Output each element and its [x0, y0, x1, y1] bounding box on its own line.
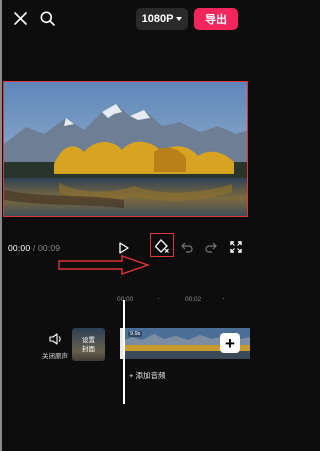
total-time: 00:09 [37, 243, 61, 253]
playhead[interactable] [123, 300, 125, 404]
cover-label-line2: 封面 [82, 345, 95, 353]
speaker-icon[interactable] [49, 333, 63, 345]
clip-duration: 9.9s [128, 331, 143, 337]
app-frame [0, 0, 250, 451]
search-icon[interactable] [40, 11, 55, 26]
ruler-dot: · [222, 294, 225, 303]
export-label: 导出 [205, 14, 227, 26]
timecode: 00:00 / 00:09 [8, 243, 60, 253]
close-icon[interactable] [14, 12, 27, 25]
add-icon: + [225, 333, 235, 353]
resolution-label: 1080P [141, 13, 174, 25]
play-icon[interactable] [119, 242, 129, 254]
video-preview[interactable] [3, 81, 248, 217]
preview-image [4, 82, 247, 216]
ruler-label-0: 00:00 [117, 296, 134, 303]
time-separator: / [30, 243, 38, 253]
set-cover-button[interactable]: 设置 封面 [72, 328, 105, 361]
ruler-label-2: 00:02 [185, 296, 202, 303]
mute-original-audio-label[interactable]: 关闭原声 [42, 350, 68, 360]
current-time: 00:00 [8, 243, 31, 253]
add-clip-button[interactable]: + [220, 333, 240, 353]
keyframe-icon[interactable] [155, 239, 169, 253]
top-bar: 1080P 导出 [0, 0, 250, 44]
ruler-dot: · [157, 294, 160, 303]
annotation-arrow [58, 255, 150, 275]
resolution-button[interactable]: 1080P [136, 8, 188, 30]
fullscreen-icon[interactable] [230, 241, 242, 253]
chevron-down-icon [176, 17, 183, 21]
add-audio-button[interactable]: + 添加音频 [129, 370, 165, 381]
cover-label-line1: 设置 [82, 336, 95, 344]
undo-icon[interactable] [181, 241, 193, 253]
export-button[interactable]: 导出 [194, 8, 238, 30]
redo-icon[interactable] [205, 241, 217, 253]
